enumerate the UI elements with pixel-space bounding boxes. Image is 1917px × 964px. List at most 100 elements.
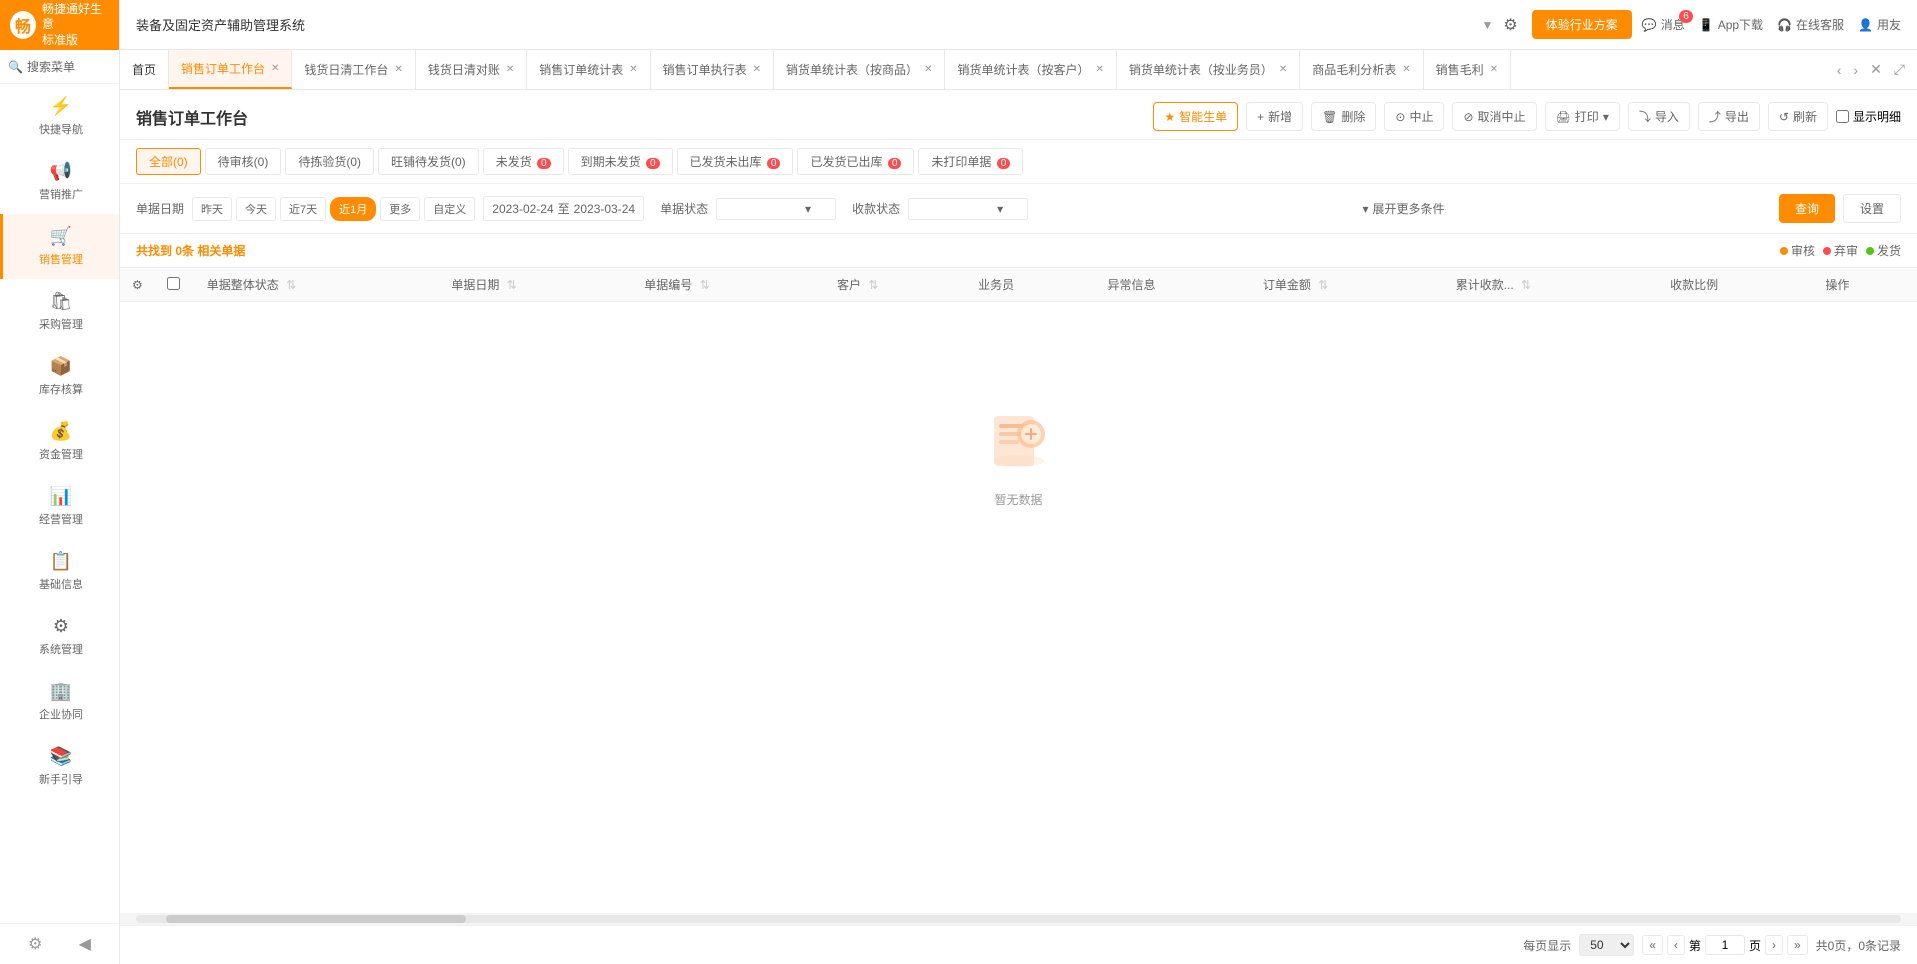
tab-sales-margin[interactable]: 销售毛利 ✕ <box>1424 50 1511 89</box>
page-input[interactable] <box>1705 935 1745 955</box>
print-dropdown-icon: ▾ <box>1603 110 1609 124</box>
filter-tab-not-printed[interactable]: 未打印单据 0 <box>918 148 1023 175</box>
setting-btn[interactable]: 设置 <box>1843 194 1901 223</box>
tab-sales-customer[interactable]: 销货单统计表（按客户） ✕ <box>945 50 1116 89</box>
col-number[interactable]: 单据编号 ⇅ <box>632 268 825 302</box>
filter-tab-pending-review[interactable]: 待审核(0) <box>205 148 282 175</box>
sidebar-item-sales[interactable]: 🛒 销售管理 <box>0 214 119 279</box>
user-btn[interactable]: 👤 用友 <box>1858 16 1901 33</box>
next-page-btn[interactable]: › <box>1765 935 1783 955</box>
filter-tab-all[interactable]: 全部(0) <box>136 148 201 175</box>
payment-select[interactable]: ▾ <box>908 198 1028 220</box>
filter-tab-not-shipped[interactable]: 未发货 0 <box>483 148 564 175</box>
filter-tab-overdue-ship[interactable]: 到期未发货 0 <box>568 148 673 175</box>
scroll-thumb[interactable] <box>166 915 466 923</box>
online-service-btn[interactable]: 🎧 在线客服 <box>1777 16 1844 33</box>
smart-generate-btn[interactable]: ★ 智能生单 <box>1153 102 1238 131</box>
col-order-amount[interactable]: 订单金额 ⇅ <box>1251 268 1444 302</box>
tab-margin-analysis[interactable]: 商品毛利分析表 ✕ <box>1300 50 1423 89</box>
sidebar-item-marketing[interactable]: 📢 营销推广 <box>0 149 119 214</box>
sidebar-item-inventory[interactable]: 📦 库存核算 <box>0 344 119 409</box>
ship-action-btn[interactable]: 发货 <box>1866 242 1901 259</box>
collapse-icon[interactable]: ◀ <box>79 934 91 954</box>
date-btn-more[interactable]: 更多 <box>380 197 420 221</box>
tab-next-icon[interactable]: › <box>1849 60 1862 80</box>
tab-sales-goods[interactable]: 销货单统计表（按商品） ✕ <box>774 50 945 89</box>
show-detail-input[interactable] <box>1836 110 1849 123</box>
horizontal-scrollbar[interactable] <box>120 913 1917 925</box>
close-tab-icon[interactable]: ✕ <box>1279 64 1287 75</box>
close-tab-icon[interactable]: ✕ <box>271 63 279 74</box>
filter-tab-shipped-not-out[interactable]: 已发货未出库 0 <box>677 148 794 175</box>
expand-conditions-btn[interactable]: ▾ 展开更多条件 <box>1363 200 1445 217</box>
tab-expand-icon[interactable]: ⤢ <box>1890 59 1909 80</box>
close-tab-icon[interactable]: ✕ <box>629 64 637 75</box>
sidebar-item-finance[interactable]: 💰 资金管理 <box>0 409 119 474</box>
tab-prev-icon[interactable]: ‹ <box>1833 60 1846 80</box>
close-tab-icon[interactable]: ✕ <box>506 64 514 75</box>
message-btn[interactable]: 💬 6 消息 <box>1642 16 1685 33</box>
table-settings-col[interactable]: ⚙ <box>120 268 155 302</box>
topbar-settings-icon[interactable]: ⚙ <box>1503 15 1517 35</box>
date-btn-7days[interactable]: 近7天 <box>280 197 326 221</box>
date-btn-custom[interactable]: 自定义 <box>424 197 475 221</box>
show-detail-checkbox[interactable]: 显示明细 <box>1836 108 1901 125</box>
prev-page-btn[interactable]: ‹ <box>1667 935 1685 955</box>
table-scroll[interactable]: ⚙ 单据整体状态 ⇅ 单据日期 ⇅ <box>120 268 1917 913</box>
sidebar-item-guide[interactable]: 📚 新手引导 <box>0 734 119 799</box>
status-select[interactable]: ▾ <box>716 198 836 220</box>
close-tab-icon[interactable]: ✕ <box>394 64 402 75</box>
trial-btn[interactable]: 体验行业方案 <box>1532 10 1632 39</box>
export-btn[interactable]: ⤴ 导出 <box>1698 102 1760 131</box>
col-customer[interactable]: 客户 ⇅ <box>825 268 966 302</box>
col-total-payment[interactable]: 累计收款... ⇅ <box>1444 268 1658 302</box>
sidebar-item-basic-info[interactable]: 📋 基础信息 <box>0 539 119 604</box>
close-tab-icon[interactable]: ✕ <box>1490 64 1498 75</box>
close-tab-icon[interactable]: ✕ <box>753 64 761 75</box>
pause-btn[interactable]: ⊙ 中止 <box>1384 102 1444 131</box>
tab-sales-stats[interactable]: 销售订单统计表 ✕ <box>527 50 650 89</box>
query-btn[interactable]: 查询 <box>1779 194 1835 223</box>
sidebar-item-system[interactable]: ⚙ 系统管理 <box>0 604 119 669</box>
col-date[interactable]: 单据日期 ⇅ <box>439 268 632 302</box>
last-page-btn[interactable]: » <box>1787 935 1808 955</box>
tab-cash-daily[interactable]: 钱货日清工作台 ✕ <box>292 50 415 89</box>
sidebar-item-purchase[interactable]: 🛍 采购管理 <box>0 279 119 344</box>
date-range-input[interactable]: 2023-02-24 至 2023-03-24 <box>483 196 644 221</box>
date-btn-1month[interactable]: 近1月 <box>330 197 376 221</box>
col-salesman-label: 业务员 <box>978 278 1014 292</box>
close-tab-icon[interactable]: ✕ <box>1402 64 1410 75</box>
table-checkbox-col[interactable] <box>155 268 195 302</box>
first-page-btn[interactable]: « <box>1642 935 1663 955</box>
per-page-select[interactable]: 50 20 100 <box>1579 934 1634 956</box>
filter-tab-pending-inspect[interactable]: 待拣验货(0) <box>285 148 374 175</box>
filter-tab-wangpu-ship[interactable]: 旺铺待发货(0) <box>378 148 479 175</box>
sidebar-item-quick-nav[interactable]: ⚡ 快捷导航 <box>0 84 119 149</box>
app-download-btn[interactable]: 📱 App下载 <box>1699 16 1763 33</box>
tab-cash-reconcile[interactable]: 钱货日清对账 ✕ <box>416 50 527 89</box>
add-btn[interactable]: + 新增 <box>1246 102 1303 131</box>
import-btn[interactable]: ⤵ 导入 <box>1628 102 1690 131</box>
col-overall-status[interactable]: 单据整体状态 ⇅ <box>195 268 440 302</box>
tab-sales-order[interactable]: 销售订单工作台 ✕ <box>169 50 292 89</box>
search-menu[interactable]: 🔍 搜索菜单 <box>0 50 119 84</box>
delete-btn[interactable]: 🗑 删除 <box>1311 102 1376 131</box>
tab-sales-exec[interactable]: 销售订单执行表 ✕ <box>651 50 774 89</box>
cancel-pause-btn[interactable]: ⊘ 取消中止 <box>1452 102 1536 131</box>
close-tab-icon[interactable]: ✕ <box>1095 64 1103 75</box>
date-btn-today[interactable]: 今天 <box>236 197 276 221</box>
close-tab-icon[interactable]: ✕ <box>924 64 932 75</box>
tab-home[interactable]: 首页 <box>120 50 169 89</box>
filter-tab-shipped-out[interactable]: 已发货已出库 0 <box>797 148 914 175</box>
tab-close-all-icon[interactable]: ✕ <box>1866 59 1886 80</box>
tab-sales-salesman[interactable]: 销货单统计表（按业务员） ✕ <box>1117 50 1300 89</box>
sidebar-item-operations[interactable]: 📊 经营管理 <box>0 474 119 539</box>
cancel-review-action-btn[interactable]: 弃审 <box>1823 242 1858 259</box>
select-all-checkbox[interactable] <box>167 277 180 290</box>
settings-icon[interactable]: ⚙ <box>28 934 42 954</box>
review-action-btn[interactable]: 审核 <box>1780 242 1815 259</box>
sidebar-item-enterprise[interactable]: 🏢 企业协同 <box>0 669 119 734</box>
date-btn-yesterday[interactable]: 昨天 <box>192 197 232 221</box>
refresh-btn[interactable]: ↺ 刷新 <box>1768 102 1828 131</box>
print-btn[interactable]: 🖨 打印 ▾ <box>1545 102 1620 131</box>
